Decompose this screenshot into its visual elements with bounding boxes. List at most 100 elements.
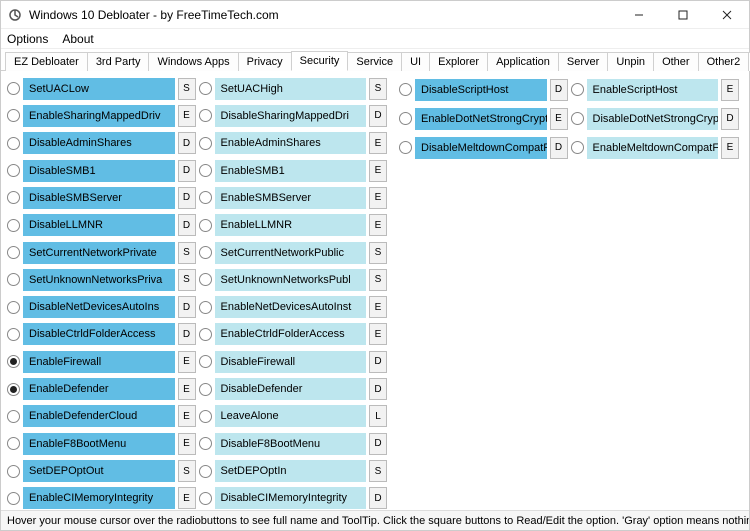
- option-label[interactable]: EnableDefenderCloud: [23, 405, 175, 427]
- option-radio[interactable]: [7, 246, 20, 259]
- option-radio[interactable]: [7, 301, 20, 314]
- tab-explorer[interactable]: Explorer: [429, 52, 488, 71]
- option-edit-button[interactable]: D: [178, 214, 196, 236]
- option-label[interactable]: EnableF8BootMenu: [23, 433, 175, 455]
- option-edit-button[interactable]: E: [550, 108, 568, 130]
- option-radio[interactable]: [399, 112, 412, 125]
- option-radio[interactable]: [199, 219, 212, 232]
- option-label[interactable]: DisableCIMemoryIntegrity: [215, 487, 367, 509]
- option-label[interactable]: DisableSharingMappedDri: [215, 105, 367, 127]
- option-radio[interactable]: [199, 465, 212, 478]
- option-label[interactable]: EnableDotNetStrongCrypt: [415, 108, 547, 130]
- tab-other2[interactable]: Other2: [698, 52, 750, 71]
- option-label[interactable]: EnableScriptHost: [587, 79, 719, 101]
- option-radio[interactable]: [7, 492, 20, 505]
- option-label[interactable]: EnableNetDevicesAutoInst: [215, 296, 367, 318]
- option-label[interactable]: DisableMeltdownCompatF: [415, 137, 547, 159]
- option-edit-button[interactable]: E: [178, 487, 196, 509]
- option-edit-button[interactable]: D: [369, 378, 387, 400]
- option-label[interactable]: EnableCtrldFolderAccess: [215, 323, 367, 345]
- option-edit-button[interactable]: E: [369, 296, 387, 318]
- option-label[interactable]: SetDEPOptIn: [215, 460, 367, 482]
- option-label[interactable]: LeaveAlone: [215, 405, 367, 427]
- option-label[interactable]: EnableSMB1: [215, 160, 367, 182]
- option-radio[interactable]: [571, 112, 584, 125]
- tab-ez-debloater[interactable]: EZ Debloater: [5, 52, 88, 71]
- tab-3rd-party[interactable]: 3rd Party: [87, 52, 150, 71]
- tab-privacy[interactable]: Privacy: [238, 52, 292, 71]
- option-edit-button[interactable]: D: [178, 160, 196, 182]
- option-edit-button[interactable]: D: [369, 487, 387, 509]
- option-radio[interactable]: [7, 465, 20, 478]
- option-radio[interactable]: [199, 355, 212, 368]
- option-label[interactable]: EnableFirewall: [23, 351, 175, 373]
- option-edit-button[interactable]: E: [369, 187, 387, 209]
- tab-unpin[interactable]: Unpin: [607, 52, 654, 71]
- option-radio[interactable]: [7, 437, 20, 450]
- option-edit-button[interactable]: S: [369, 460, 387, 482]
- option-label[interactable]: DisableScriptHost: [415, 79, 547, 101]
- option-radio[interactable]: [7, 273, 20, 286]
- option-edit-button[interactable]: E: [369, 323, 387, 345]
- option-label[interactable]: SetDEPOptOut: [23, 460, 175, 482]
- option-edit-button[interactable]: E: [721, 79, 739, 101]
- option-edit-button[interactable]: D: [369, 105, 387, 127]
- option-radio[interactable]: [199, 109, 212, 122]
- tab-ui[interactable]: UI: [401, 52, 430, 71]
- option-label[interactable]: SetUnknownNetworksPriva: [23, 269, 175, 291]
- tab-other[interactable]: Other: [653, 52, 699, 71]
- option-label[interactable]: DisableF8BootMenu: [215, 433, 367, 455]
- option-label[interactable]: DisableSMB1: [23, 160, 175, 182]
- tab-server[interactable]: Server: [558, 52, 608, 71]
- option-label[interactable]: DisableDefender: [215, 378, 367, 400]
- option-label[interactable]: EnableLLMNR: [215, 214, 367, 236]
- option-label[interactable]: EnableMeltdownCompatFl: [587, 137, 719, 159]
- option-radio[interactable]: [199, 164, 212, 177]
- tab-application[interactable]: Application: [487, 52, 559, 71]
- option-edit-button[interactable]: E: [178, 105, 196, 127]
- option-radio[interactable]: [199, 437, 212, 450]
- option-radio[interactable]: [7, 328, 20, 341]
- option-label[interactable]: DisableLLMNR: [23, 214, 175, 236]
- option-radio[interactable]: [199, 383, 212, 396]
- option-radio[interactable]: [199, 328, 212, 341]
- option-label[interactable]: SetUnknownNetworksPubl: [215, 269, 367, 291]
- option-edit-button[interactable]: S: [369, 242, 387, 264]
- option-edit-button[interactable]: E: [369, 132, 387, 154]
- option-radio[interactable]: [199, 137, 212, 150]
- option-edit-button[interactable]: S: [369, 269, 387, 291]
- minimize-button[interactable]: [617, 1, 661, 29]
- option-radio[interactable]: [7, 219, 20, 232]
- option-edit-button[interactable]: D: [550, 137, 568, 159]
- option-label[interactable]: DisableFirewall: [215, 351, 367, 373]
- option-edit-button[interactable]: S: [178, 242, 196, 264]
- option-edit-button[interactable]: E: [721, 137, 739, 159]
- option-edit-button[interactable]: E: [369, 214, 387, 236]
- tab-security[interactable]: Security: [291, 51, 349, 71]
- option-label[interactable]: SetUACLow: [23, 78, 175, 100]
- option-edit-button[interactable]: L: [369, 405, 387, 427]
- option-radio[interactable]: [7, 82, 20, 95]
- menu-options[interactable]: Options: [7, 32, 48, 46]
- option-radio[interactable]: [7, 355, 20, 368]
- option-label[interactable]: DisableCtrldFolderAccess: [23, 323, 175, 345]
- option-edit-button[interactable]: D: [721, 108, 739, 130]
- option-radio[interactable]: [199, 191, 212, 204]
- option-label[interactable]: DisableNetDevicesAutoIns: [23, 296, 175, 318]
- menu-about[interactable]: About: [62, 32, 93, 46]
- option-edit-button[interactable]: S: [178, 460, 196, 482]
- option-edit-button[interactable]: E: [178, 405, 196, 427]
- option-label[interactable]: SetUACHigh: [215, 78, 367, 100]
- option-radio[interactable]: [7, 109, 20, 122]
- option-radio[interactable]: [7, 191, 20, 204]
- option-edit-button[interactable]: E: [369, 160, 387, 182]
- option-radio[interactable]: [571, 141, 584, 154]
- option-edit-button[interactable]: D: [178, 296, 196, 318]
- option-radio[interactable]: [7, 410, 20, 423]
- option-edit-button[interactable]: D: [178, 132, 196, 154]
- option-radio[interactable]: [7, 164, 20, 177]
- option-edit-button[interactable]: E: [178, 433, 196, 455]
- option-radio[interactable]: [7, 137, 20, 150]
- option-edit-button[interactable]: D: [369, 433, 387, 455]
- option-edit-button[interactable]: D: [178, 187, 196, 209]
